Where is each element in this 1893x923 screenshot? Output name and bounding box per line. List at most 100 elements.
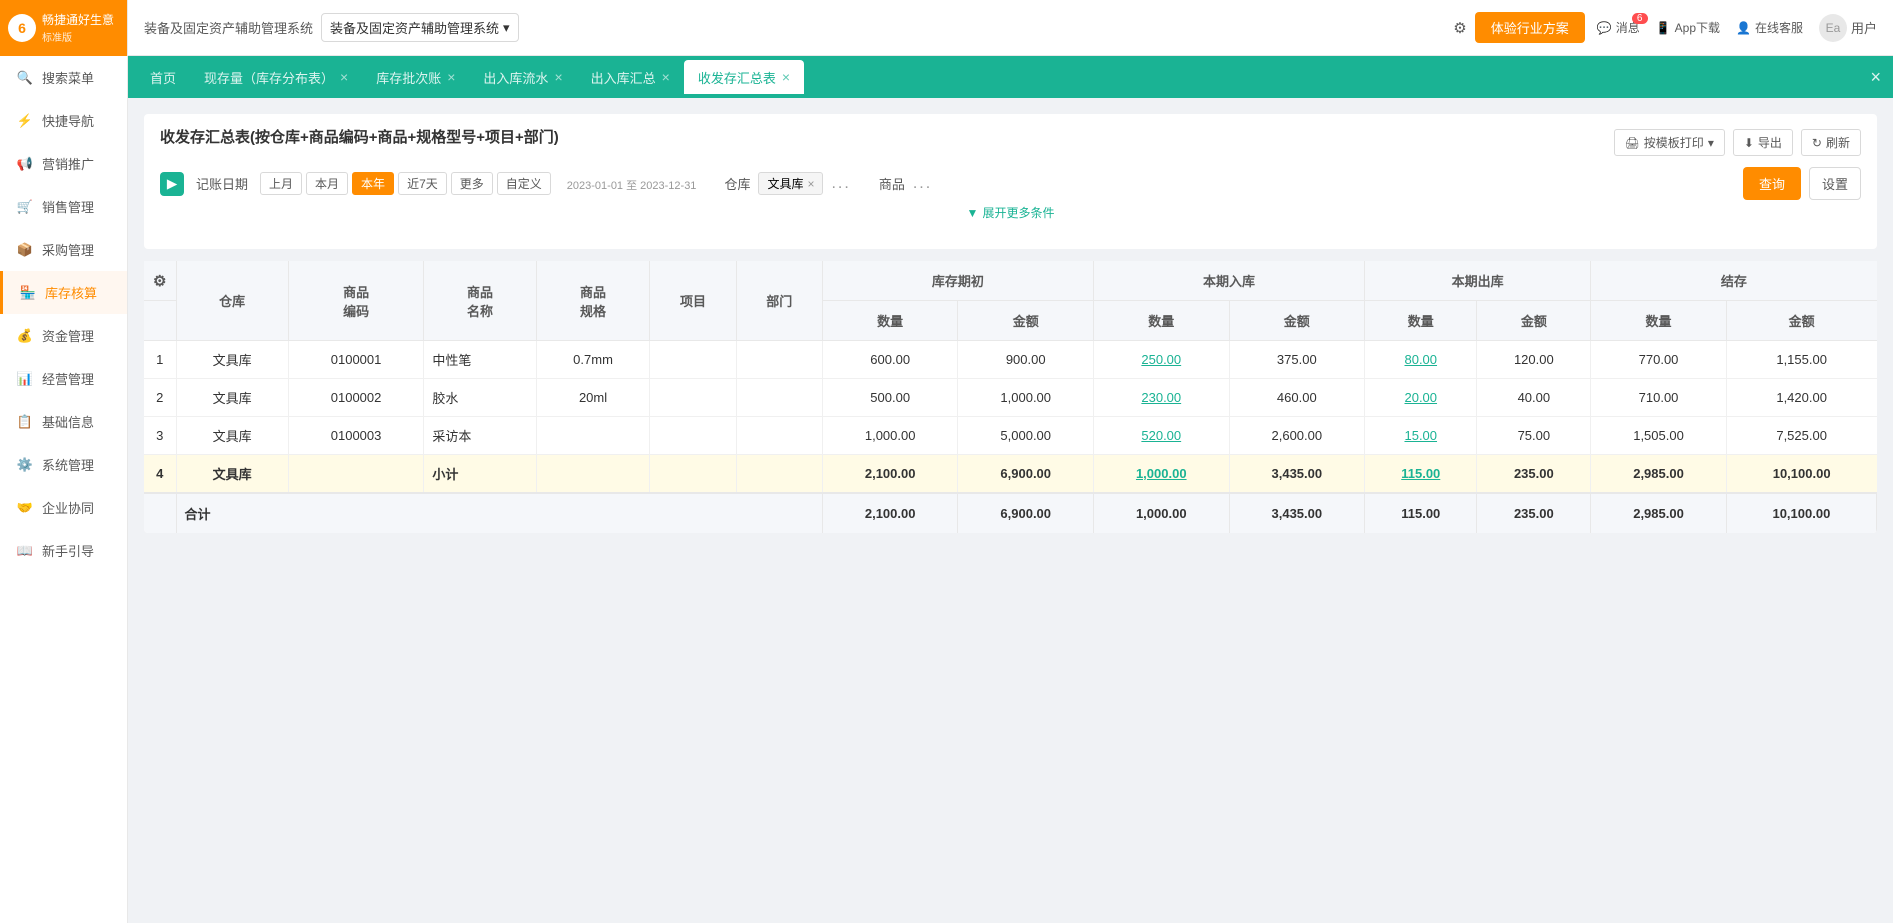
th-close-qty: 数量 — [1591, 301, 1727, 341]
date-btn-custom[interactable]: 自定义 — [497, 172, 551, 195]
quick-icon: ⚡ — [16, 112, 34, 130]
th-out-group: 本期出库 — [1365, 261, 1591, 301]
td-department — [736, 341, 822, 379]
th-open-amt: 金额 — [958, 301, 1094, 341]
td-in-qty[interactable]: 230.00 — [1093, 379, 1229, 417]
page-header: 收发存汇总表(按仓库+商品编码+商品+规格型号+项目+部门) 🖨 按模板打印 ▾… — [144, 114, 1877, 249]
tab-close-receive-summary[interactable]: × — [782, 70, 790, 84]
th-product-spec: 商品规格 — [536, 261, 650, 341]
td-in-amt: 375.00 — [1229, 341, 1365, 379]
filter-settings-button[interactable]: 设置 — [1809, 167, 1861, 200]
filter-toggle-button[interactable]: ▶ — [160, 172, 184, 196]
tab-close-inout-summary[interactable]: × — [662, 70, 670, 84]
sidebar-item-system[interactable]: ⚙️ 系统管理 — [0, 443, 127, 486]
date-range-display: 2023-01-01 至 2023-12-31 — [567, 177, 697, 193]
date-btn-more[interactable]: 更多 — [451, 172, 493, 195]
tab-inout-flow[interactable]: 出入库流水 × — [469, 60, 576, 94]
tab-close-inout-flow[interactable]: × — [554, 70, 562, 84]
footer-out-qty: 115.00 — [1365, 493, 1477, 533]
filter-expand-button[interactable]: ▼ 展开更多条件 — [967, 204, 1055, 221]
online-service-button[interactable]: 👤 在线客服 — [1736, 19, 1803, 36]
message-button[interactable]: 💬 消息 6 — [1597, 19, 1640, 36]
sidebar-item-inventory[interactable]: 🏪 库存核算 — [0, 271, 127, 314]
date-btn-this-month[interactable]: 本月 — [306, 172, 348, 195]
td-close-amt: 7,525.00 — [1726, 417, 1876, 455]
th-close-amt: 金额 — [1726, 301, 1876, 341]
tab-close-batch[interactable]: × — [447, 70, 455, 84]
warehouse-tag[interactable]: 文具库 × — [758, 172, 823, 195]
table-row: 2 文具库 0100002 胶水 20ml 500.00 1,000.00 23… — [144, 379, 1877, 417]
td-code: 0100003 — [288, 417, 424, 455]
warehouse-tag-close[interactable]: × — [807, 177, 814, 191]
th-product-code: 商品编码 — [288, 261, 424, 341]
print-button[interactable]: 🖨 按模板打印 ▾ — [1614, 129, 1725, 156]
export-button[interactable]: ⬇ 导出 — [1733, 129, 1793, 156]
table-footer-row: 合计 2,100.00 6,900.00 1,000.00 3,435.00 1… — [144, 493, 1877, 533]
th-department: 部门 — [736, 261, 822, 341]
th-in-group: 本期入库 — [1093, 261, 1364, 301]
query-button[interactable]: 查询 — [1743, 167, 1801, 200]
settings-icon[interactable]: ⚙ — [1453, 19, 1466, 37]
tabbar-close-button[interactable]: × — [1866, 63, 1885, 92]
tab-inout-summary[interactable]: 出入库汇总 × — [577, 60, 684, 94]
tab-receive-summary[interactable]: 收发存汇总表 × — [684, 60, 804, 94]
tab-inventory-dist[interactable]: 现存量（库存分布表） × — [190, 60, 362, 94]
td-in-qty[interactable]: 520.00 — [1093, 417, 1229, 455]
td-open-qty: 600.00 — [822, 341, 958, 379]
sidebar-item-basic[interactable]: 📋 基础信息 — [0, 400, 127, 443]
tab-close-inventory-dist[interactable]: × — [340, 70, 348, 84]
td-close-qty: 770.00 — [1591, 341, 1727, 379]
td-out-qty[interactable]: 115.00 — [1365, 455, 1477, 494]
sidebar-item-guide[interactable]: 📖 新手引导 — [0, 529, 127, 572]
date-filter-group: 上月 本月 本年 近7天 更多 自定义 — [260, 172, 551, 195]
topbar-title: 装备及固定资产辅助管理系统 装备及固定资产辅助管理系统 ▾ — [144, 13, 1433, 42]
tab-home[interactable]: 首页 — [136, 60, 190, 94]
footer-in-amt: 3,435.00 — [1229, 493, 1365, 533]
date-btn-7days[interactable]: 近7天 — [398, 172, 447, 195]
td-out-qty[interactable]: 20.00 — [1365, 379, 1477, 417]
td-spec — [536, 417, 650, 455]
logo-title: 畅捷通好生意 — [42, 12, 114, 29]
td-close-qty: 2,985.00 — [1591, 455, 1727, 494]
sidebar-item-search[interactable]: 🔍 搜索菜单 — [0, 56, 127, 99]
tab-batch[interactable]: 库存批次账 × — [362, 60, 469, 94]
commodity-dots[interactable]: ... — [913, 175, 932, 193]
td-out-qty[interactable]: 80.00 — [1365, 341, 1477, 379]
td-out-qty[interactable]: 15.00 — [1365, 417, 1477, 455]
date-btn-this-year[interactable]: 本年 — [352, 172, 394, 195]
try-industry-button[interactable]: 体验行业方案 — [1475, 12, 1585, 43]
footer-close-amt: 10,100.00 — [1726, 493, 1876, 533]
sales-icon: 🛒 — [16, 198, 34, 216]
th-settings-sub — [144, 301, 176, 341]
topbar-right: 💬 消息 6 📱 App下载 👤 在线客服 Ea 用户 — [1597, 14, 1877, 42]
sidebar-item-purchase[interactable]: 📦 采购管理 — [0, 228, 127, 271]
footer-label: 合计 — [176, 493, 822, 533]
app-download-button[interactable]: 📱 App下载 — [1656, 19, 1720, 36]
td-in-qty[interactable]: 1,000.00 — [1093, 455, 1229, 494]
refresh-button[interactable]: ↻ 刷新 — [1801, 129, 1861, 156]
td-department — [736, 455, 822, 494]
table-row: 1 文具库 0100001 中性笔 0.7mm 600.00 900.00 25… — [144, 341, 1877, 379]
table-row: 3 文具库 0100003 采访本 1,000.00 5,000.00 520.… — [144, 417, 1877, 455]
warehouse-dots[interactable]: ... — [831, 175, 850, 193]
sidebar-item-finance[interactable]: 💰 资金管理 — [0, 314, 127, 357]
user-menu[interactable]: Ea 用户 — [1819, 14, 1877, 42]
logo-icon: 6 — [8, 14, 36, 42]
td-close-amt: 10,100.00 — [1726, 455, 1876, 494]
service-icon: 👤 — [1736, 21, 1751, 35]
sidebar-item-quick[interactable]: ⚡ 快捷导航 — [0, 99, 127, 142]
filter-expand-row: ▼ 展开更多条件 — [160, 200, 1861, 225]
export-icon: ⬇ — [1744, 136, 1754, 150]
sidebar-item-operations[interactable]: 📊 经营管理 — [0, 357, 127, 400]
sidebar-item-enterprise[interactable]: 🤝 企业协同 — [0, 486, 127, 529]
td-warehouse: 文具库 — [176, 455, 288, 494]
td-index: 2 — [144, 379, 176, 417]
td-open-amt: 1,000.00 — [958, 379, 1094, 417]
sidebar-item-marketing[interactable]: 📢 营销推广 — [0, 142, 127, 185]
table-settings-icon[interactable]: ⚙ — [153, 273, 166, 290]
td-in-qty[interactable]: 250.00 — [1093, 341, 1229, 379]
sidebar-item-sales[interactable]: 🛒 销售管理 — [0, 185, 127, 228]
footer-open-amt: 6,900.00 — [958, 493, 1094, 533]
system-dropdown[interactable]: 装备及固定资产辅助管理系统 ▾ — [321, 13, 519, 42]
date-btn-last-month[interactable]: 上月 — [260, 172, 302, 195]
